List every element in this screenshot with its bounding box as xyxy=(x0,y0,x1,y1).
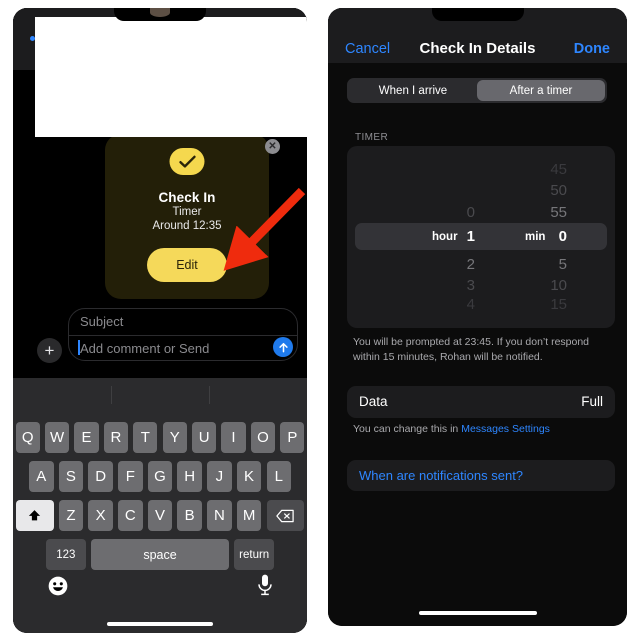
hours-option-3[interactable]: 3 xyxy=(375,277,475,294)
keyboard-bottom-bar xyxy=(13,573,307,607)
data-row-label: Data xyxy=(359,394,388,409)
space-key[interactable]: space xyxy=(91,539,229,570)
check-in-time: Around 12:35 xyxy=(152,220,222,232)
key-p[interactable]: P xyxy=(280,422,305,453)
minutes-option-10[interactable]: 10 xyxy=(467,277,567,294)
notifications-faq-label: When are notifications sent? xyxy=(359,468,524,483)
left-notch xyxy=(114,8,206,21)
key-e[interactable]: E xyxy=(74,422,99,453)
data-row[interactable]: Data Full xyxy=(347,386,615,418)
smiley-face-icon[interactable] xyxy=(47,575,69,602)
minutes-option-15[interactable]: 15 xyxy=(467,296,567,313)
backspace-delete-icon[interactable] xyxy=(266,500,305,531)
key-w[interactable]: W xyxy=(44,422,70,453)
right-phone-frame: Cancel Check In Details Done When I arri… xyxy=(328,8,627,626)
key-d[interactable]: D xyxy=(88,461,113,492)
key-z[interactable]: Z xyxy=(58,500,84,531)
data-row-value: Full xyxy=(581,394,603,409)
left-phone-frame: Check In Timer Around 12:35 Edit ✕ + Sub… xyxy=(13,8,307,633)
hours-unit-label: hour xyxy=(432,231,458,243)
minutes-option-55[interactable]: 55 xyxy=(467,204,567,221)
minutes-option-50[interactable]: 50 xyxy=(467,182,567,199)
notifications-faq-row[interactable]: When are notifications sent? xyxy=(347,460,615,491)
keyboard-row-2[interactable]: ASDFGHJKL xyxy=(13,461,307,492)
segment-after-a-timer[interactable]: After a timer xyxy=(477,80,605,101)
redaction-overlay xyxy=(35,17,307,137)
key-k[interactable]: K xyxy=(236,461,262,492)
key-o[interactable]: O xyxy=(250,422,276,453)
key-i[interactable]: I xyxy=(221,422,246,453)
prompt-note: You will be prompted at 23:45. If you do… xyxy=(353,336,590,364)
plus-icon[interactable]: + xyxy=(37,338,62,363)
subject-input[interactable]: Subject xyxy=(80,314,123,329)
hours-option-1-selected[interactable]: 1 xyxy=(375,228,475,245)
key-f[interactable]: F xyxy=(118,461,143,492)
keyboard-row-3[interactable]: ZXCVBNM xyxy=(13,500,307,531)
edit-button[interactable]: Edit xyxy=(147,248,227,282)
hours-option-0[interactable]: 0 xyxy=(375,204,475,221)
key-g[interactable]: G xyxy=(147,461,173,492)
check-in-bubble[interactable]: Check In Timer Around 12:35 Edit xyxy=(105,134,269,299)
check-in-details-screen: Cancel Check In Details Done When I arri… xyxy=(328,8,627,626)
key-n[interactable]: N xyxy=(207,500,232,531)
checkmark-icon xyxy=(169,148,205,175)
home-indicator xyxy=(418,611,537,615)
segment-when-i-arrive[interactable]: When I arrive xyxy=(349,80,477,101)
minutes-option-0-selected[interactable]: 0 xyxy=(467,228,567,245)
settings-note-prefix: You can change this in xyxy=(353,423,462,435)
right-notch xyxy=(431,8,524,21)
mode-segmented-control[interactable]: When I arrive After a timer xyxy=(347,78,607,103)
hours-option-2[interactable]: 2 xyxy=(375,256,475,273)
arrow-up-icon[interactable] xyxy=(273,337,293,357)
key-t[interactable]: T xyxy=(133,422,158,453)
done-button[interactable]: Done xyxy=(574,41,610,57)
compose-field-container[interactable]: Subject Add comment or Send xyxy=(68,308,298,361)
timer-picker[interactable]: 0 1 2 3 4 45 50 55 0 5 10 15 hour min xyxy=(347,146,615,328)
key-b[interactable]: B xyxy=(177,500,202,531)
key-c[interactable]: C xyxy=(118,500,143,531)
minutes-unit-label: min xyxy=(525,231,546,243)
return-key[interactable]: return xyxy=(234,539,275,570)
numbers-key[interactable]: 123 xyxy=(45,539,86,570)
minutes-option-5[interactable]: 5 xyxy=(467,256,567,273)
key-u[interactable]: U xyxy=(192,422,217,453)
on-screen-keyboard[interactable]: QWERTYUIOP ASDFGHJKL ZXCVBNM 123 space r… xyxy=(13,378,307,633)
key-r[interactable]: R xyxy=(103,422,128,453)
hours-wheel[interactable]: 0 1 2 3 4 xyxy=(375,146,475,328)
timer-section-header: TIMER xyxy=(355,132,389,143)
key-m[interactable]: M xyxy=(236,500,262,531)
messages-app-screen: Check In Timer Around 12:35 Edit ✕ + Sub… xyxy=(13,8,307,633)
comment-input[interactable]: Add comment or Send xyxy=(80,341,209,356)
key-a[interactable]: A xyxy=(29,461,54,492)
compose-divider xyxy=(69,335,297,336)
home-indicator xyxy=(107,622,213,626)
check-in-title: Check In xyxy=(158,190,216,205)
key-j[interactable]: J xyxy=(207,461,232,492)
key-x[interactable]: X xyxy=(88,500,113,531)
key-y[interactable]: Y xyxy=(162,422,187,453)
predictive-text-bar[interactable] xyxy=(13,378,307,422)
screenshot-stage: Check In Timer Around 12:35 Edit ✕ + Sub… xyxy=(0,0,640,640)
microphone-icon[interactable] xyxy=(257,573,273,602)
keyboard-row-1[interactable]: QWERTYUIOP xyxy=(13,422,307,453)
key-q[interactable]: Q xyxy=(15,422,40,453)
minutes-option-45[interactable]: 45 xyxy=(467,161,567,178)
hours-option-4[interactable]: 4 xyxy=(375,296,475,313)
close-icon[interactable]: ✕ xyxy=(265,139,280,154)
messages-settings-link[interactable]: Messages Settings xyxy=(461,423,550,435)
key-v[interactable]: V xyxy=(147,500,173,531)
key-h[interactable]: H xyxy=(177,461,202,492)
key-s[interactable]: S xyxy=(58,461,84,492)
keyboard-row-4[interactable]: 123 space return xyxy=(13,539,307,570)
settings-note: You can change this in Messages Settings xyxy=(353,423,608,435)
minutes-wheel[interactable]: 45 50 55 0 5 10 15 xyxy=(467,146,567,328)
key-l[interactable]: L xyxy=(266,461,291,492)
check-in-subtitle: Timer xyxy=(172,206,202,218)
shift-up-arrow-icon[interactable] xyxy=(15,500,54,531)
